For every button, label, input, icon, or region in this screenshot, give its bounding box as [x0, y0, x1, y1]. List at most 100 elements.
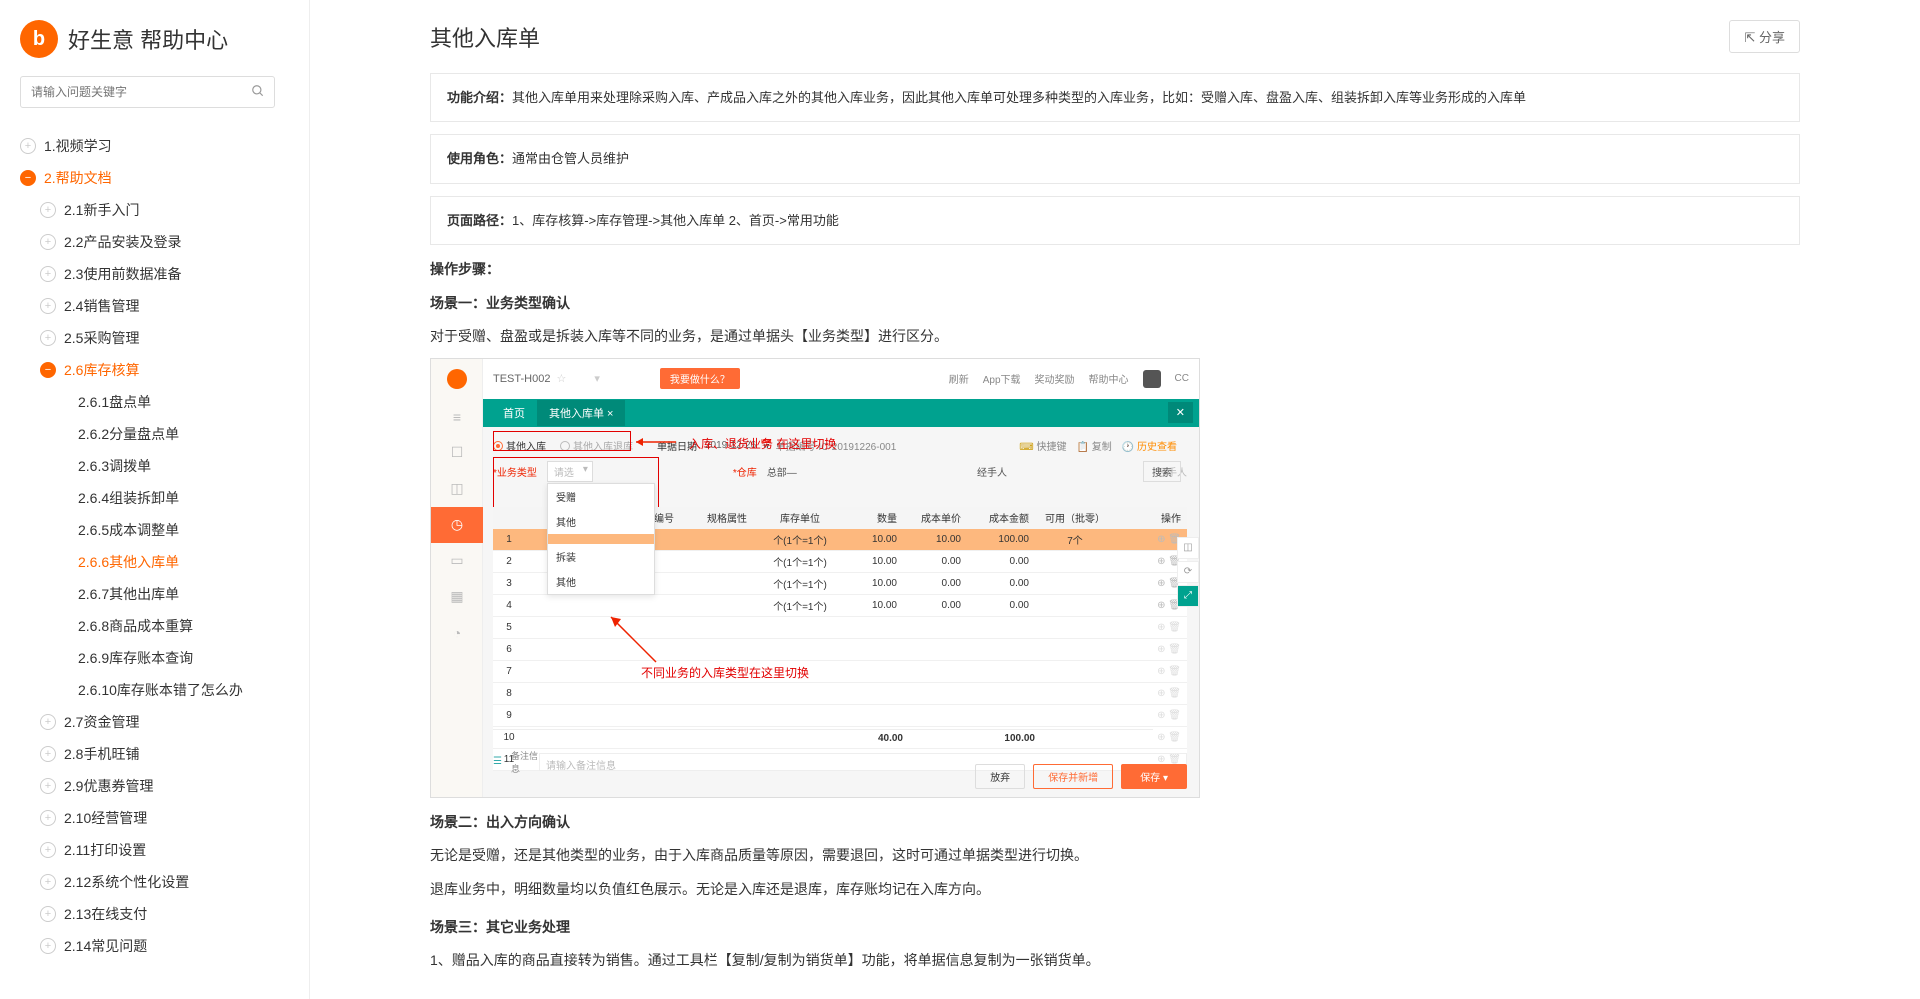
- plus-icon: +: [40, 714, 56, 730]
- nav-2-11[interactable]: +2.11打印设置: [20, 834, 309, 866]
- ss-app-link: App下载: [983, 371, 1021, 386]
- nav-2-5[interactable]: +2.5采购管理: [20, 322, 309, 354]
- ss-reward-link: 奖动奖励: [1035, 371, 1075, 386]
- logo-icon: b: [20, 20, 58, 58]
- ss-form-row-1: *业务类型 请选▾ *仓库 总部— 经手人 经手人 搜索: [493, 461, 1187, 483]
- main-content: 其他入库单 ⇱ 分享 功能介绍：其他入库单用来处理除采购入库、产成品入库之外的其…: [310, 0, 1920, 999]
- ss-side-op-3: ⤢: [1177, 585, 1199, 607]
- role-text: 通常由仓管人员维护: [512, 151, 629, 166]
- ss-cube-icon: ◫: [431, 471, 483, 507]
- ss-side-op-2: ⟳: [1177, 561, 1199, 583]
- plus-icon: +: [40, 330, 56, 346]
- ss-search-btn: 搜索: [1143, 461, 1181, 482]
- ss-menu-icon: ≡: [431, 399, 483, 435]
- nav-2-1[interactable]: +2.1新手入门: [20, 194, 309, 226]
- path-label: 页面路径：: [447, 213, 512, 228]
- search-box: [20, 76, 275, 108]
- ss-tab-home: 首页: [491, 400, 537, 426]
- minus-icon: −: [20, 170, 36, 186]
- nav-2-6-7[interactable]: 2.6.7其他出库单: [20, 578, 309, 610]
- nav-2-6[interactable]: −2.6库存核算: [20, 354, 309, 386]
- ss-dd-item-3: [548, 534, 654, 544]
- scene2-title: 场景二：出入方向确认: [430, 812, 1800, 832]
- scene1-title: 场景一：业务类型确认: [430, 293, 1800, 313]
- ss-cancel-button: 放弃: [975, 764, 1025, 789]
- embedded-screenshot: ≡ ☐ ◫ ◷ ▭ ▦ ◔ TEST-H002 ☆ ▾ 我要做什么？ 刷新 Ap…: [430, 358, 1200, 798]
- nav-2-6-1[interactable]: 2.6.1盘点单: [20, 386, 309, 418]
- ss-footer: 放弃 保存并新增 保存 ▾: [483, 764, 1187, 789]
- plus-icon: +: [40, 778, 56, 794]
- ss-tab-doc: 其他入库单 ×: [537, 400, 625, 426]
- nav-2-14[interactable]: +2.14常见问题: [20, 930, 309, 962]
- nav-2-2[interactable]: +2.2产品安装及登录: [20, 226, 309, 258]
- nav-2-12[interactable]: +2.12系统个性化设置: [20, 866, 309, 898]
- ss-toolbar-right: ⌨ 快捷键 📋 复制 🕐 历史查看: [1019, 438, 1177, 453]
- plus-icon: +: [40, 234, 56, 250]
- nav-2-13[interactable]: +2.13在线支付: [20, 898, 309, 930]
- plus-icon: +: [40, 874, 56, 890]
- ss-sum-row: 40.00 100.00: [493, 729, 1153, 747]
- scene2-desc2: 退库业务中，明细数量均以负值红色展示。无论是入库还是退库，库存账均记在入库方向。: [430, 876, 1800, 903]
- ss-dd-item-2: 其他: [548, 509, 654, 534]
- search-input[interactable]: [20, 76, 275, 108]
- ss-save-button: 保存 ▾: [1121, 764, 1187, 789]
- nav-2-6-6[interactable]: 2.6.6其他入库单: [20, 546, 309, 578]
- ss-annotation-2: 不同业务的入库类型在这里切换: [641, 664, 809, 681]
- steps-label: 操作步骤：: [430, 259, 1800, 279]
- nav-2-6-4[interactable]: 2.6.4组装拆卸单: [20, 482, 309, 514]
- nav-2-6-5[interactable]: 2.6.5成本调整单: [20, 514, 309, 546]
- scene2-desc1: 无论是受赠，还是其他类型的业务，由于入库商品质量等原因，需要退回，这时可通过单据…: [430, 842, 1800, 869]
- scene3-desc: 1、赠品入库的商品直接转为销售。通过工具栏【复制/复制为销货单】功能，将单据信息…: [430, 947, 1800, 974]
- nav-2-8[interactable]: +2.8手机旺铺: [20, 738, 309, 770]
- ss-workspace-title: TEST-H002: [493, 373, 550, 385]
- ss-header: TEST-H002 ☆ ▾ 我要做什么？ 刷新 App下载 奖动奖励 帮助中心 …: [483, 359, 1199, 399]
- path-box: 页面路径：1、库存核算->库存管理->其他入库单 2、首页->常用功能: [430, 196, 1800, 245]
- plus-icon: +: [40, 810, 56, 826]
- ss-logo-icon: [431, 359, 483, 399]
- scene1-desc: 对于受赠、盘盈或是拆装入库等不同的业务，是通过单据头【业务类型】进行区分。: [430, 323, 1800, 350]
- nav-2-6-2[interactable]: 2.6.2分量盘点单: [20, 418, 309, 450]
- ss-quick-link: ⌨ 快捷键: [1019, 438, 1066, 453]
- nav-2-6-9[interactable]: 2.6.9库存账本查询: [20, 642, 309, 674]
- nav-2-4[interactable]: +2.4销售管理: [20, 290, 309, 322]
- ss-table-row: 5⊕ 🗑: [493, 617, 1187, 639]
- plus-icon: +: [40, 938, 56, 954]
- ss-star-icon: ☆: [556, 372, 566, 385]
- ss-refresh-link: 刷新: [949, 371, 969, 386]
- search-icon[interactable]: [251, 84, 265, 101]
- nav-2-9[interactable]: +2.9优惠券管理: [20, 770, 309, 802]
- ss-table-row: 6⊕ 🗑: [493, 639, 1187, 661]
- nav-2-3[interactable]: +2.3使用前数据准备: [20, 258, 309, 290]
- ss-chevron-icon: ▾: [594, 372, 600, 385]
- ss-save-new-button: 保存并新增: [1033, 764, 1113, 789]
- intro-box: 功能介绍：其他入库单用来处理除采购入库、产成品入库之外的其他入库业务，因此其他入…: [430, 73, 1800, 122]
- share-button[interactable]: ⇱ 分享: [1729, 20, 1800, 53]
- ss-grid-icon: ▦: [431, 579, 483, 615]
- minus-icon: −: [40, 362, 56, 378]
- ss-tabs: 首页 其他入库单 × ✕: [483, 399, 1199, 427]
- ss-table-row: 4个(1个=1个)10.000.000.00⊕ 🗑: [493, 595, 1187, 617]
- nav-video-learning[interactable]: +1.视频学习: [20, 130, 309, 162]
- ss-box-icon: ▭: [431, 543, 483, 579]
- ss-wh-value: 总部—: [767, 464, 797, 479]
- nav-2-6-10[interactable]: 2.6.10库存账本错了怎么办: [20, 674, 309, 706]
- share-label: 分享: [1759, 30, 1785, 45]
- nav-2-6-8[interactable]: 2.6.8商品成本重算: [20, 610, 309, 642]
- ss-stock-icon: ◷: [431, 507, 483, 543]
- plus-icon: +: [40, 842, 56, 858]
- role-box: 使用角色：通常由仓管人员维护: [430, 134, 1800, 183]
- nav-2-7[interactable]: +2.7资金管理: [20, 706, 309, 738]
- ss-side-op-1: ◫: [1177, 537, 1199, 559]
- ss-help-link: 帮助中心: [1089, 371, 1129, 386]
- nav-2-10[interactable]: +2.10经营管理: [20, 802, 309, 834]
- plus-icon: +: [40, 906, 56, 922]
- nav-2-6-3[interactable]: 2.6.3调拨单: [20, 450, 309, 482]
- share-icon: ⇱: [1744, 30, 1755, 45]
- ss-table-row: 9⊕ 🗑: [493, 705, 1187, 727]
- ss-biz-dropdown: 受赠 其他 拆装 其他: [547, 483, 655, 595]
- ss-arrow-2: [601, 607, 661, 667]
- ss-dd-item-5: 其他: [548, 569, 654, 594]
- intro-text: 其他入库单用来处理除采购入库、产成品入库之外的其他入库业务，因此其他入库单可处理…: [512, 90, 1526, 105]
- nav-help-docs[interactable]: −2.帮助文档: [20, 162, 309, 194]
- plus-icon: +: [40, 202, 56, 218]
